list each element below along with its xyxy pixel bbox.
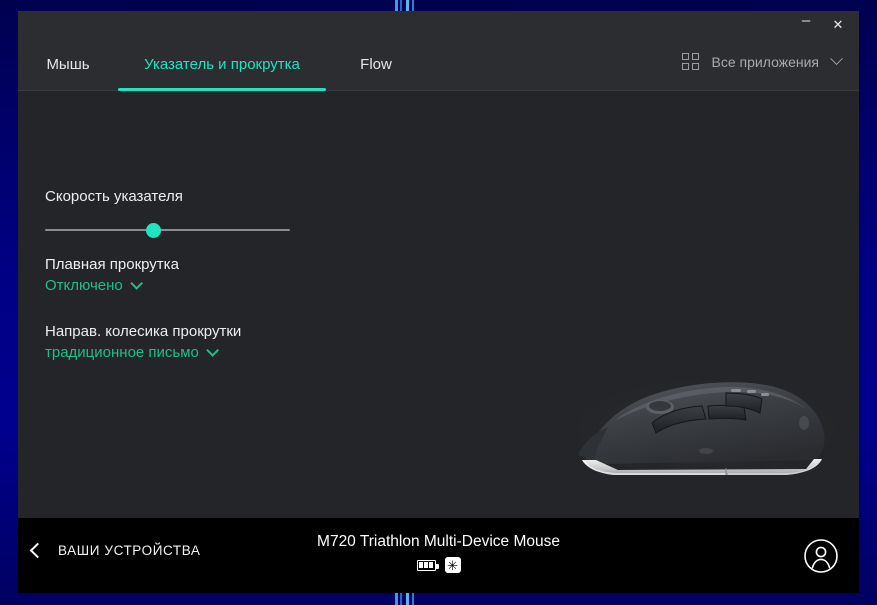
slider-track	[45, 229, 290, 231]
back-to-devices-link[interactable]: ВАШИ УСТРОЙСТВА	[29, 542, 201, 559]
scroll-direction-value: традиционное письмо	[45, 344, 199, 361]
device-status-icons: ✳	[416, 557, 461, 573]
desktop-backdrop: – ✕ Мышь Указатель и прокрутка Flow Все …	[0, 0, 877, 605]
all-applications-selector[interactable]: Все приложения	[681, 52, 843, 70]
device-footer-bar: ВАШИ УСТРОЙСТВА M720 Triathlon Multi-Dev…	[18, 518, 859, 593]
smooth-scroll-dropdown[interactable]: Отключено	[45, 277, 143, 294]
logitech-options-window: – ✕ Мышь Указатель и прокрутка Flow Все …	[18, 11, 859, 593]
chevron-down-icon	[830, 52, 843, 66]
smooth-scroll-value: Отключено	[45, 277, 123, 294]
tab-flow[interactable]: Flow	[326, 37, 426, 91]
settings-panel: Скорость указателя Плавная прокрутка Отк…	[18, 91, 859, 518]
close-button[interactable]: ✕	[823, 12, 853, 36]
scroll-direction-dropdown[interactable]: традиционное письмо	[45, 344, 219, 361]
battery-icon	[416, 559, 439, 571]
pointer-speed-label: Скорость указателя	[45, 188, 183, 205]
all-applications-label: Все приложения	[711, 53, 819, 70]
back-to-devices-label: ВАШИ УСТРОЙСТВА	[58, 543, 201, 558]
window-title-bar: – ✕	[18, 11, 859, 37]
tab-pointer-and-scroll[interactable]: Указатель и прокрутка	[118, 37, 326, 91]
user-account-icon[interactable]	[803, 538, 839, 574]
device-name: M720 Triathlon Multi-Device Mouse	[317, 533, 560, 550]
pointer-speed-slider[interactable]	[45, 218, 290, 242]
unifying-receiver-icon: ✳	[444, 557, 461, 573]
grid-apps-icon	[681, 53, 699, 70]
smooth-scroll-label: Плавная прокрутка	[45, 256, 179, 273]
device-image	[558, 373, 854, 485]
scroll-direction-label: Направ. колесика прокрутки	[45, 323, 242, 340]
window-controls: – ✕	[791, 11, 853, 37]
chevron-down-icon	[206, 344, 219, 357]
app-header: Мышь Указатель и прокрутка Flow Все прил…	[18, 37, 859, 91]
tab-mouse[interactable]: Мышь	[18, 37, 118, 91]
chevron-left-icon	[29, 542, 46, 559]
chevron-down-icon	[129, 277, 143, 290]
tab-bar: Мышь Указатель и прокрутка Flow	[18, 37, 426, 91]
slider-thumb[interactable]	[146, 223, 162, 238]
minimize-button[interactable]: –	[791, 12, 821, 36]
